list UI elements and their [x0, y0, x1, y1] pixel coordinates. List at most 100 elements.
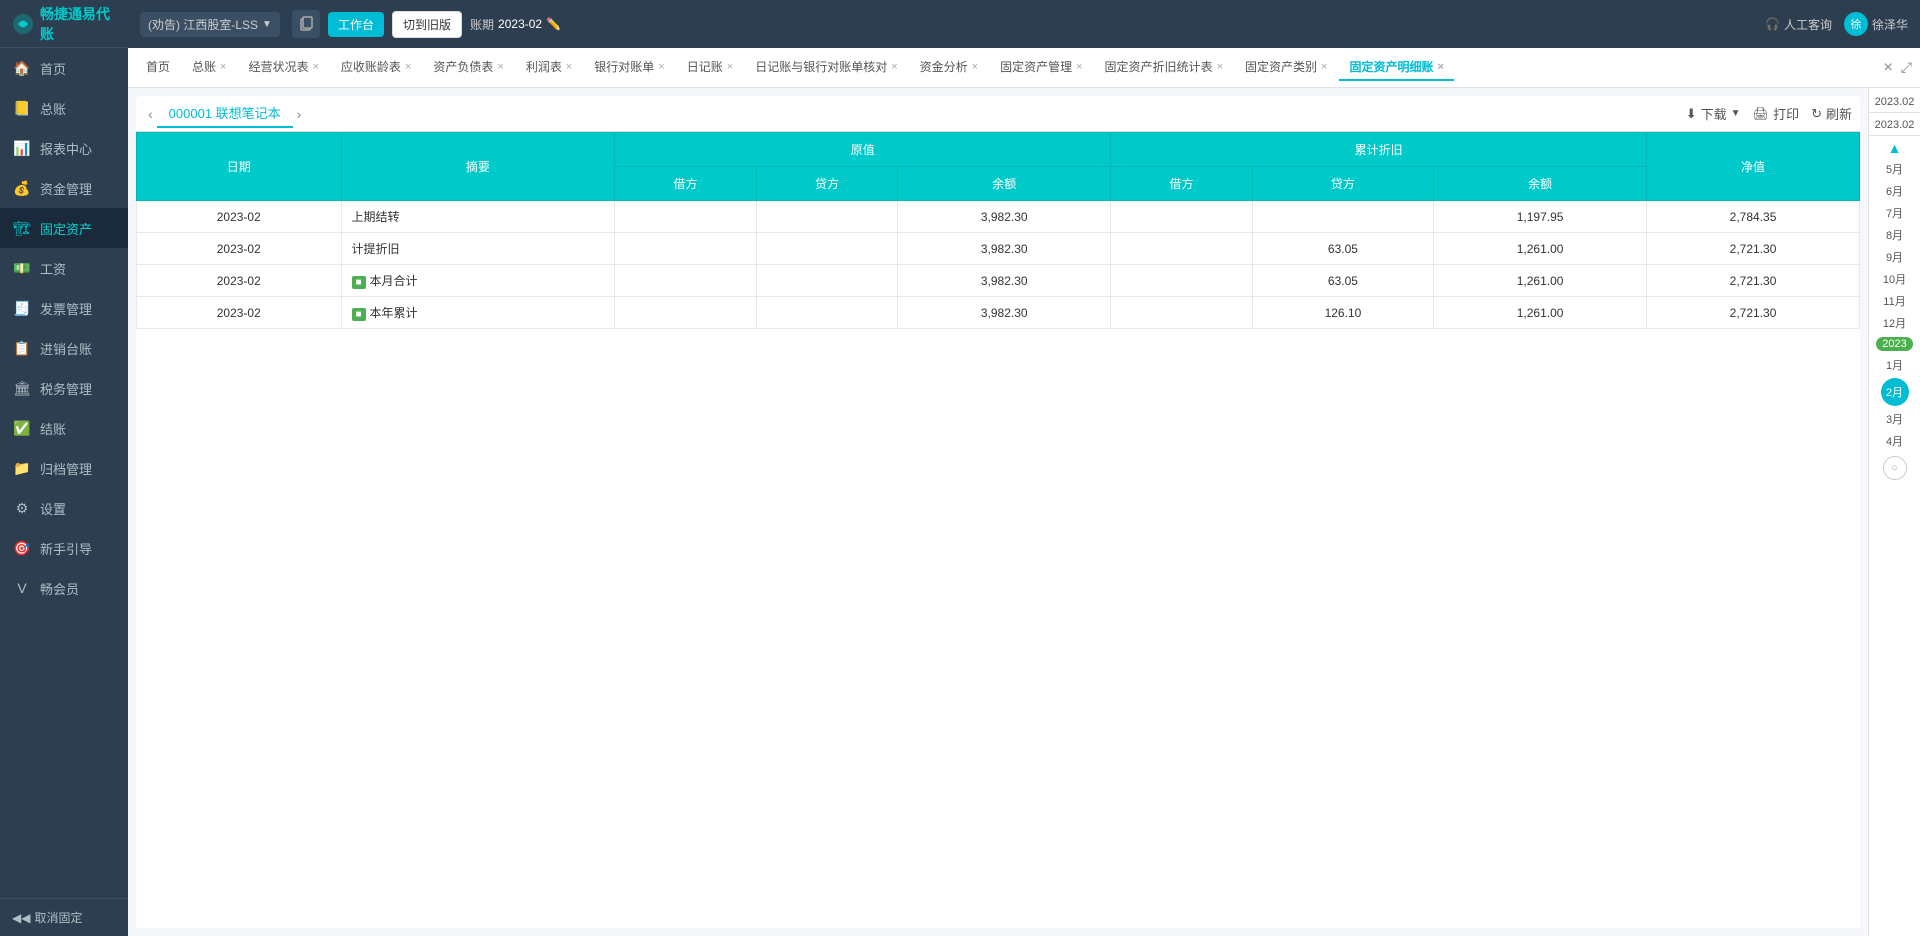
user-menu[interactable]: 徐 徐泽华: [1844, 12, 1908, 36]
tab-home[interactable]: 首页: [136, 54, 180, 81]
download-button[interactable]: ⬇ 下载 ▼: [1686, 104, 1741, 123]
prev-arrow[interactable]: ‹: [144, 106, 157, 122]
right-month-3[interactable]: 3月: [1869, 408, 1920, 430]
sidebar-item-2[interactable]: 📊报表中心: [0, 128, 128, 168]
tab-asset-category-close[interactable]: ×: [1321, 61, 1327, 73]
tab-receivable[interactable]: 应收账龄表 ×: [331, 54, 421, 81]
tab-asset-detail[interactable]: 固定资产明细账 ×: [1339, 54, 1453, 81]
page-content: ‹ 000001 联想笔记本 › ⬇ 下载 ▼ 🖨 打印: [128, 88, 1868, 936]
right-month-10[interactable]: 10月: [1869, 268, 1920, 290]
tab-receivable-close[interactable]: ×: [405, 61, 411, 73]
right-date-panel: 2023.02 2023.02 ▲ 5月 6月 7月 8月 9月 10月 11月…: [1868, 88, 1920, 936]
sidebar-item-3[interactable]: 💰资金管理: [0, 168, 128, 208]
close-all-icon[interactable]: ×: [1883, 59, 1892, 77]
tab-business[interactable]: 经营状况表 ×: [238, 54, 328, 81]
tab-fixed-assets-close[interactable]: ×: [1076, 61, 1082, 73]
cell-orig-credit: [756, 233, 898, 265]
sidebar-icon-13: V: [12, 578, 32, 598]
right-month-5[interactable]: 5月: [1869, 158, 1920, 180]
right-month-6[interactable]: 6月: [1869, 180, 1920, 202]
sidebar-bottom-pin[interactable]: ◀◀ 取消固定: [0, 898, 128, 936]
tab-fund-close[interactable]: ×: [972, 61, 978, 73]
cell-net-value: 2,721.30: [1647, 233, 1860, 265]
sidebar-icon-6: 🧾: [12, 298, 32, 318]
tab-depreciation-stat[interactable]: 固定资产折旧统计表 ×: [1095, 54, 1233, 81]
sidebar-item-4[interactable]: 🏗固定资产: [0, 208, 128, 248]
sidebar-item-12[interactable]: 🎯新手引导: [0, 528, 128, 568]
scroll-up-icon[interactable]: ▲: [1886, 138, 1904, 158]
sidebar-item-5[interactable]: 💵工资: [0, 248, 128, 288]
tab-balance-sheet-close[interactable]: ×: [497, 61, 503, 73]
right-month-9[interactable]: 9月: [1869, 246, 1920, 268]
right-month-4[interactable]: 4月: [1869, 430, 1920, 452]
tab-ledger[interactable]: 总账 ×: [182, 54, 236, 81]
sidebar: 畅捷通易代账 🏠首页📒总账📊报表中心💰资金管理🏗固定资产💵工资🧾发票管理📋进销台…: [0, 0, 128, 936]
tab-depreciation-stat-close[interactable]: ×: [1217, 61, 1223, 73]
company-name: (劝告) 江西股室-LSS: [148, 16, 258, 33]
sidebar-item-8[interactable]: 🏛税务管理: [0, 368, 128, 408]
sidebar-item-0[interactable]: 🏠首页: [0, 48, 128, 88]
download-chevron-icon: ▼: [1731, 108, 1741, 119]
tab-ledger-close[interactable]: ×: [220, 61, 226, 73]
sidebar-item-1[interactable]: 📒总账: [0, 88, 128, 128]
sidebar-label-11: 设置: [40, 499, 66, 518]
logo-icon: [12, 12, 34, 36]
th-dep-debit: 借方: [1111, 167, 1253, 201]
sub-tab-asset[interactable]: 000001 联想笔记本: [157, 99, 293, 128]
tab-business-close[interactable]: ×: [312, 61, 318, 73]
tab-fund-label: 资金分析: [920, 58, 968, 75]
print-button[interactable]: 🖨 打印: [1753, 104, 1800, 123]
tab-journal-bank-close[interactable]: ×: [891, 61, 897, 73]
th-depreciation: 累计折旧: [1111, 133, 1647, 167]
tab-fixed-assets[interactable]: 固定资产管理 ×: [990, 54, 1092, 81]
headset-icon: 🎧: [1765, 17, 1780, 31]
sidebar-item-11[interactable]: ⚙设置: [0, 488, 128, 528]
sidebar-icon-10: 📁: [12, 458, 32, 478]
sidebar-icon-3: 💰: [12, 178, 32, 198]
sidebar-item-9[interactable]: ✅结账: [0, 408, 128, 448]
right-month-11[interactable]: 11月: [1869, 290, 1920, 312]
tab-journal-close[interactable]: ×: [727, 61, 733, 73]
tab-journal-bank[interactable]: 日记账与银行对账单核对 ×: [745, 54, 907, 81]
tab-journal[interactable]: 日记账 ×: [677, 54, 743, 81]
refresh-icon: ↻: [1811, 106, 1822, 122]
year-badge-2023[interactable]: 2023: [1876, 337, 1912, 351]
tab-asset-detail-close[interactable]: ×: [1437, 61, 1443, 73]
cell-date: 2023-02: [137, 297, 342, 329]
period-edit-icon[interactable]: ✏️: [546, 17, 561, 31]
expand-icon[interactable]: ⤢: [1901, 59, 1912, 76]
tab-bank-statement-close[interactable]: ×: [658, 61, 664, 73]
right-month-8[interactable]: 8月: [1869, 224, 1920, 246]
refresh-button[interactable]: ↻ 刷新: [1811, 104, 1852, 123]
tab-bank-statement[interactable]: 银行对账单 ×: [584, 54, 674, 81]
workbench-button[interactable]: 工作台: [328, 12, 384, 37]
topbar: (劝告) 江西股室-LSS ▼ 工作台 切到旧版 账期 2023-02 ✏️ 🎧…: [128, 0, 1920, 48]
cell-summary: 上期结转: [341, 201, 615, 233]
right-month-2-active[interactable]: 2月: [1881, 378, 1909, 406]
tab-profit[interactable]: 利润表 ×: [516, 54, 582, 81]
sidebar-item-13[interactable]: V畅会员: [0, 568, 128, 608]
sub-tab-asset-label: 000001 联想笔记本: [169, 106, 281, 121]
tab-receivable-label: 应收账龄表: [341, 58, 401, 75]
tab-asset-category[interactable]: 固定资产类别 ×: [1235, 54, 1337, 81]
tab-profit-close[interactable]: ×: [566, 61, 572, 73]
tab-fund[interactable]: 资金分析 ×: [910, 54, 988, 81]
company-selector[interactable]: (劝告) 江西股室-LSS ▼: [140, 12, 280, 37]
sidebar-label-8: 税务管理: [40, 379, 92, 398]
right-month-12[interactable]: 12月: [1869, 312, 1920, 334]
right-month-1[interactable]: 1月: [1869, 354, 1920, 376]
right-month-7[interactable]: 7月: [1869, 202, 1920, 224]
tab-journal-bank-label: 日记账与银行对账单核对: [755, 58, 887, 75]
scroll-down-icon[interactable]: ○: [1883, 456, 1907, 480]
sidebar-item-7[interactable]: 📋进销台账: [0, 328, 128, 368]
next-arrow[interactable]: ›: [293, 106, 306, 122]
th-orig-balance: 余额: [898, 167, 1111, 201]
sidebar-item-10[interactable]: 📁归档管理: [0, 448, 128, 488]
copy-icon[interactable]: [292, 10, 320, 38]
tab-balance-sheet[interactable]: 资产负债表 ×: [423, 54, 513, 81]
data-table-wrapper: 日期 摘要 原值 累计折旧 净值 借方 贷方 余额 借方 贷方 余额: [136, 132, 1860, 928]
tab-balance-sheet-label: 资产负债表: [433, 58, 493, 75]
switch-version-button[interactable]: 切到旧版: [392, 11, 462, 38]
support-button[interactable]: 🎧 人工客询: [1765, 16, 1832, 33]
sidebar-item-6[interactable]: 🧾发票管理: [0, 288, 128, 328]
